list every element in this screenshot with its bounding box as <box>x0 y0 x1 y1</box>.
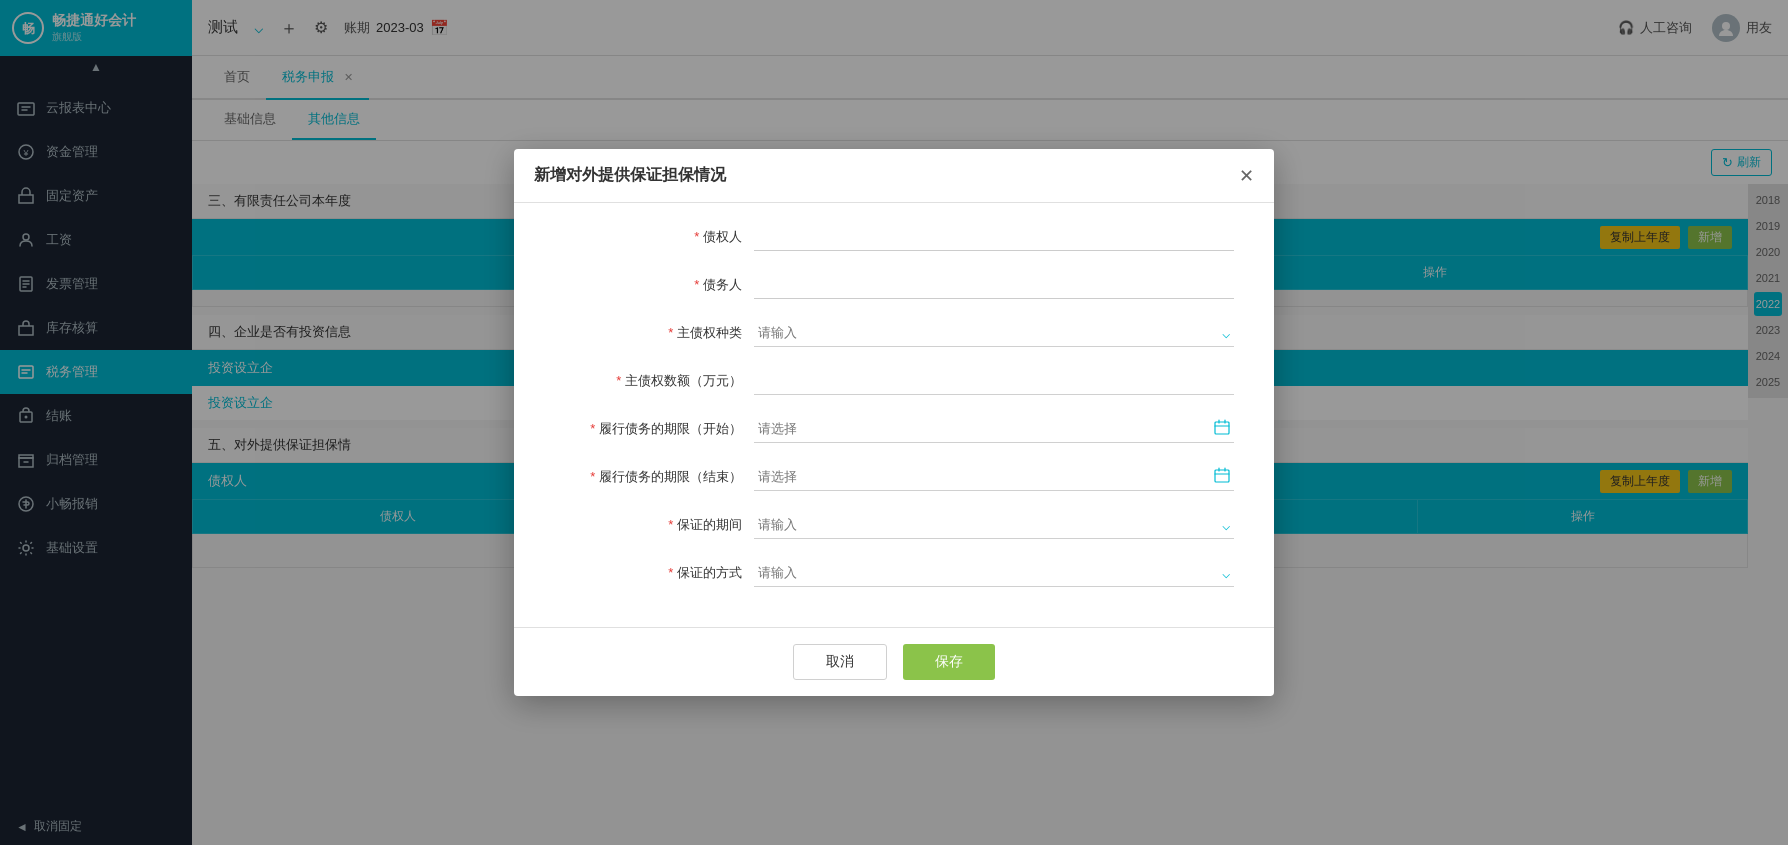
form-row-period-end: * 履行债务的期限（结束） <box>554 463 1234 491</box>
guarantee-period-select-wrap: ⌵ <box>754 511 1234 539</box>
guarantee-method-label-text: 保证的方式 <box>677 565 742 580</box>
form-row-period-start: * 履行债务的期限（开始） <box>554 415 1234 443</box>
guarantee-period-required-mark: * <box>668 517 673 532</box>
modal-overlay: 新增对外提供保证担保情况 ✕ * 债权人 * 债务人 <box>0 0 1788 845</box>
period-end-input[interactable] <box>754 463 1210 490</box>
guarantee-period-dropdown-icon[interactable]: ⌵ <box>1218 517 1234 533</box>
save-button[interactable]: 保存 <box>903 644 995 680</box>
period-start-label-text: 履行债务的期限（开始） <box>599 421 742 436</box>
form-row-guarantee-period: * 保证的期间 ⌵ <box>554 511 1234 539</box>
claim-type-label: * 主债权种类 <box>554 324 754 342</box>
guarantee-method-input[interactable] <box>754 559 1218 586</box>
claim-amount-label: * 主债权数额（万元） <box>554 372 754 390</box>
guarantee-method-required-mark: * <box>668 565 673 580</box>
creditor-required-mark: * <box>694 229 699 244</box>
claim-type-required-mark: * <box>668 325 673 340</box>
creditor-label: * 债权人 <box>554 228 754 246</box>
form-row-guarantee-method: * 保证的方式 ⌵ <box>554 559 1234 587</box>
modal-close-button[interactable]: ✕ <box>1239 167 1254 185</box>
claim-type-input[interactable] <box>754 319 1218 346</box>
form-row-claim-type: * 主债权种类 ⌵ <box>554 319 1234 347</box>
guarantee-period-input[interactable] <box>754 511 1218 538</box>
form-row-claim-amount: * 主债权数额（万元） <box>554 367 1234 395</box>
period-start-label: * 履行债务的期限（开始） <box>554 420 754 438</box>
period-end-required-mark: * <box>590 469 595 484</box>
modal-body: * 债权人 * 债务人 * 主债权种类 <box>514 203 1274 627</box>
svg-rect-17 <box>1215 422 1229 434</box>
debtor-input[interactable] <box>754 271 1234 299</box>
cancel-button[interactable]: 取消 <box>793 644 887 680</box>
modal-title: 新增对外提供保证担保情况 <box>534 165 726 186</box>
guarantee-period-label-text: 保证的期间 <box>677 517 742 532</box>
claim-amount-required-mark: * <box>616 373 621 388</box>
guarantee-method-label: * 保证的方式 <box>554 564 754 582</box>
modal-header: 新增对外提供保证担保情况 ✕ <box>514 149 1274 203</box>
claim-amount-label-text: 主债权数额（万元） <box>625 373 742 388</box>
guarantee-period-label: * 保证的期间 <box>554 516 754 534</box>
period-start-date-wrap <box>754 415 1234 443</box>
period-end-label: * 履行债务的期限（结束） <box>554 468 754 486</box>
period-end-date-wrap <box>754 463 1234 491</box>
debtor-required-mark: * <box>694 277 699 292</box>
form-row-creditor: * 债权人 <box>554 223 1234 251</box>
claim-amount-input[interactable] <box>754 367 1234 395</box>
modal: 新增对外提供保证担保情况 ✕ * 债权人 * 债务人 <box>514 149 1274 696</box>
guarantee-method-dropdown-icon[interactable]: ⌵ <box>1218 565 1234 581</box>
period-start-calendar-icon[interactable] <box>1210 419 1234 438</box>
period-start-input[interactable] <box>754 415 1210 442</box>
guarantee-method-select-wrap: ⌵ <box>754 559 1234 587</box>
period-start-required-mark: * <box>590 421 595 436</box>
claim-type-dropdown-icon[interactable]: ⌵ <box>1218 325 1234 341</box>
modal-footer: 取消 保存 <box>514 627 1274 696</box>
form-row-debtor: * 债务人 <box>554 271 1234 299</box>
creditor-label-text: 债权人 <box>703 229 742 244</box>
debtor-label-text: 债务人 <box>703 277 742 292</box>
creditor-input[interactable] <box>754 223 1234 251</box>
svg-rect-18 <box>1215 470 1229 482</box>
period-end-calendar-icon[interactable] <box>1210 467 1234 486</box>
period-end-label-text: 履行债务的期限（结束） <box>599 469 742 484</box>
claim-type-select-wrap: ⌵ <box>754 319 1234 347</box>
debtor-label: * 债务人 <box>554 276 754 294</box>
claim-type-label-text: 主债权种类 <box>677 325 742 340</box>
